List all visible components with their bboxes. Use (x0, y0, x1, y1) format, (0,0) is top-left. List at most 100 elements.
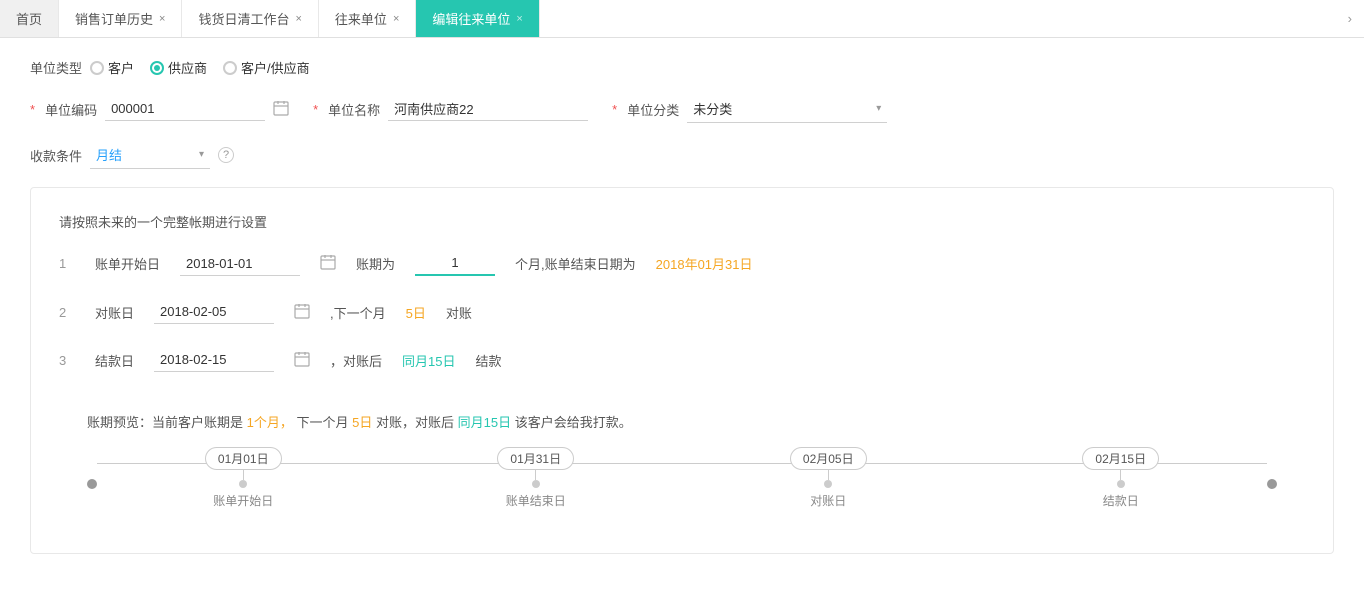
unit-type-row: 单位类型 客户 供应商 客户/供应商 (30, 58, 1334, 77)
unit-class-value: 未分类 (693, 99, 872, 118)
unit-class-group: * 单位分类 未分类 ▾ (612, 95, 887, 123)
unit-class-select[interactable]: 未分类 ▾ (687, 95, 887, 123)
preview-prefix: 账期预览：当前客户账期是 (87, 415, 243, 430)
payment-terms-group: 收款条件 月结 ▾ ? (30, 141, 234, 169)
tab-partner[interactable]: 往来单位 × (319, 0, 416, 37)
radio-customer-label: 客户 (108, 58, 134, 77)
step-1-cal-icon[interactable] (320, 254, 336, 273)
step-1-row: 1 账单开始日 账期为 个月,账单结束日期为 2018年01月31日 (59, 251, 1305, 276)
step-2-cal-icon[interactable] (294, 303, 310, 322)
tab-partner-label: 往来单位 (335, 9, 387, 28)
timeline-badge-1: 01月01日 (205, 447, 282, 470)
step-2-day: 5日 (406, 303, 426, 322)
step-3-row: 3 结款日 ，对账后 同月15日 结款 (59, 348, 1305, 372)
tab-partner-close[interactable]: × (393, 13, 399, 25)
radio-both[interactable]: 客户/供应商 (223, 58, 310, 77)
section-title: 请按照未来的一个完整帐期进行设置 (59, 212, 1305, 231)
unit-class-star: * (612, 102, 617, 117)
unit-code-icon[interactable] (273, 100, 289, 119)
timeline-start-dot (87, 479, 97, 489)
step-1-date-input[interactable] (180, 252, 300, 276)
radio-both-circle (223, 61, 237, 75)
unit-type-label: 单位类型 (30, 58, 82, 77)
step-2-suffix: 对账 (446, 303, 472, 322)
tab-cashflow-close[interactable]: × (295, 13, 301, 25)
unit-class-label: 单位分类 (627, 100, 679, 119)
timeline-label-1: 账单开始日 (213, 492, 273, 509)
section-box: 请按照未来的一个完整帐期进行设置 1 账单开始日 账期为 个月,账单结束日期为 … (30, 187, 1334, 554)
preview-day: 5日 (352, 415, 372, 430)
unit-code-group: * 单位编码 (30, 97, 289, 121)
step-2-prefix: ,下一个月 (330, 303, 386, 322)
step-3-cal-icon[interactable] (294, 351, 310, 370)
timeline-label-3: 对账日 (810, 492, 846, 509)
timeline-badge-4: 02月15日 (1082, 447, 1159, 470)
preview-mid: 下一个月 (297, 415, 349, 430)
payment-terms-label: 收款条件 (30, 146, 82, 165)
unit-info-row: * 单位编码 * 单位名称 * 单位分类 未分类 ▾ (30, 95, 1334, 123)
radio-both-label: 客户/供应商 (241, 58, 310, 77)
timeline-label-2: 账单结束日 (506, 492, 566, 509)
radio-group: 客户 供应商 客户/供应商 (90, 58, 310, 77)
step-2-label: 对账日 (95, 303, 134, 322)
unit-name-input[interactable] (388, 97, 588, 121)
payment-terms-chevron: ▾ (199, 149, 204, 160)
step-1-label: 账单开始日 (95, 254, 160, 273)
tab-sales-history-label: 销售订单历史 (75, 9, 153, 28)
step-1-period-unit: 个月,账单结束日期为 (515, 254, 636, 273)
tab-home-label: 首页 (16, 9, 42, 28)
timeline-node-2: 01月31日 账单结束日 (497, 447, 574, 509)
step-1-number: 1 (59, 256, 75, 271)
tab-more-button[interactable]: › (1336, 0, 1364, 37)
unit-type-group: 单位类型 客户 供应商 客户/供应商 (30, 58, 310, 77)
unit-class-chevron: ▾ (876, 103, 881, 114)
preview-period: 1个月， (247, 415, 293, 430)
radio-customer-circle (90, 61, 104, 75)
payment-terms-value: 月结 (96, 145, 195, 164)
radio-supplier[interactable]: 供应商 (150, 58, 207, 77)
step-1-period-input[interactable] (415, 251, 495, 276)
timeline-section: 01月01日 账单开始日 01月31日 账单结束日 02月05日 (59, 447, 1305, 529)
radio-supplier-label: 供应商 (168, 58, 207, 77)
timeline-node-3: 02月05日 对账日 (790, 447, 867, 509)
timeline-node-4: 02月15日 结款日 (1082, 447, 1159, 509)
step-2-number: 2 (59, 305, 75, 320)
preview-after: 对账，对账后 (376, 415, 454, 430)
timeline-badge-2: 01月31日 (497, 447, 574, 470)
unit-code-star: * (30, 102, 35, 117)
preview-pay: 同月15日 (458, 415, 511, 430)
preview-end: 该客户会给我打款。 (515, 415, 632, 430)
step-3-day: 同月15日 (402, 351, 455, 370)
step-1-period-end: 2018年01月31日 (656, 254, 753, 273)
help-icon[interactable]: ? (218, 147, 234, 163)
main-content: 单位类型 客户 供应商 客户/供应商 * 单位编码 (0, 38, 1364, 608)
timeline-end-dot (1267, 479, 1277, 489)
tab-home[interactable]: 首页 (0, 0, 59, 37)
radio-customer[interactable]: 客户 (90, 58, 134, 77)
tab-cashflow[interactable]: 钱货日清工作台 × (182, 0, 318, 37)
step-3-label: 结款日 (95, 351, 134, 370)
tab-sales-history[interactable]: 销售订单历史 × (59, 0, 182, 37)
unit-name-group: * 单位名称 (313, 97, 588, 121)
step-3-prefix: ，对账后 (330, 351, 382, 370)
tab-edit-partner[interactable]: 编辑往来单位 × (416, 0, 539, 37)
step-3-date-input[interactable] (154, 348, 274, 372)
tab-bar: 首页 销售订单历史 × 钱货日清工作台 × 往来单位 × 编辑往来单位 × › (0, 0, 1364, 38)
tab-edit-partner-close[interactable]: × (516, 13, 522, 25)
payment-terms-row: 收款条件 月结 ▾ ? (30, 141, 1334, 169)
unit-name-star: * (313, 102, 318, 117)
tab-sales-history-close[interactable]: × (159, 13, 165, 25)
tab-cashflow-label: 钱货日清工作台 (198, 9, 289, 28)
step-2-row: 2 对账日 ,下一个月 5日 对账 (59, 300, 1305, 324)
radio-supplier-circle (150, 61, 164, 75)
timeline-node-1: 01月01日 账单开始日 (205, 447, 282, 509)
tab-edit-partner-label: 编辑往来单位 (432, 9, 510, 28)
preview-section: 账期预览：当前客户账期是 1个月， 下一个月 5日 对账，对账后 同月15日 该… (59, 396, 1305, 447)
step-3-suffix: 结款 (476, 351, 502, 370)
step-2-date-input[interactable] (154, 300, 274, 324)
unit-code-input[interactable] (105, 97, 265, 121)
unit-code-label: 单位编码 (45, 100, 97, 119)
timeline-badge-3: 02月05日 (790, 447, 867, 470)
payment-terms-select[interactable]: 月结 ▾ (90, 141, 210, 169)
step-1-period-prefix: 账期为 (356, 254, 395, 273)
